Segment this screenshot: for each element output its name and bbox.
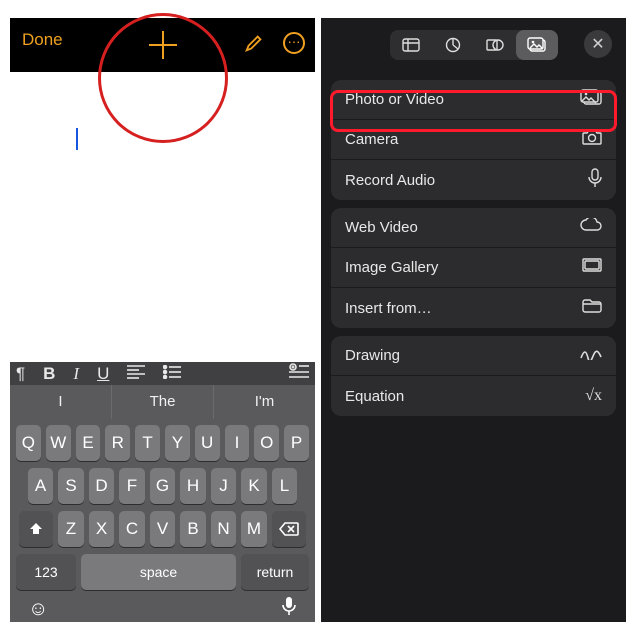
editor-panel: Done ¶ B I U	[10, 18, 315, 622]
gallery-icon	[582, 258, 602, 277]
key-R[interactable]: R	[105, 425, 130, 461]
scribble-icon	[580, 347, 602, 365]
folder-icon	[582, 299, 602, 318]
key-F[interactable]: F	[119, 468, 145, 504]
predict-2[interactable]: The	[112, 385, 214, 419]
sqrt-icon: √x	[585, 387, 602, 405]
align-icon[interactable]	[127, 364, 145, 384]
insert-panel: ✕ Photo or Video Camera Record Audio Web Vi…	[321, 18, 626, 622]
key-L[interactable]: L	[272, 468, 298, 504]
menu-image-gallery[interactable]: Image Gallery	[331, 248, 616, 288]
return-key[interactable]: return	[241, 554, 309, 590]
key-U[interactable]: U	[195, 425, 220, 461]
menu-label: Insert from…	[345, 300, 432, 317]
underline-button[interactable]: U	[97, 364, 109, 384]
editor-toolbar: Done	[10, 18, 315, 72]
key-O[interactable]: O	[254, 425, 279, 461]
menu-photo-or-video[interactable]: Photo or Video	[331, 80, 616, 120]
key-N[interactable]: N	[211, 511, 237, 547]
italic-button[interactable]: I	[73, 364, 79, 384]
key-S[interactable]: S	[58, 468, 84, 504]
insert-button[interactable]	[149, 31, 177, 59]
menu-drawing[interactable]: Drawing	[331, 336, 616, 376]
key-G[interactable]: G	[150, 468, 176, 504]
key-E[interactable]: E	[76, 425, 101, 461]
menu-record-audio[interactable]: Record Audio	[331, 160, 616, 200]
text-cursor	[76, 128, 78, 150]
menu-group-0: Photo or Video Camera Record Audio	[331, 80, 616, 200]
keyboard: ¶ B I U I The I'm QW	[10, 362, 315, 622]
key-P[interactable]: P	[284, 425, 309, 461]
key-V[interactable]: V	[150, 511, 176, 547]
menu-label: Camera	[345, 131, 398, 148]
pilcrow-icon[interactable]: ¶	[16, 364, 25, 384]
key-M[interactable]: M	[241, 511, 267, 547]
shift-key[interactable]	[19, 511, 53, 547]
menu-label: Drawing	[345, 347, 400, 364]
key-J[interactable]: J	[211, 468, 237, 504]
tab-table[interactable]	[390, 30, 432, 60]
menu-label: Photo or Video	[345, 91, 444, 108]
key-Y[interactable]: Y	[165, 425, 190, 461]
more-icon[interactable]	[283, 32, 305, 54]
menu-group-1: Web Video Image Gallery Insert from…	[331, 208, 616, 328]
mic-icon	[588, 168, 602, 193]
menu-label: Web Video	[345, 219, 418, 236]
menu-label: Image Gallery	[345, 259, 438, 276]
tab-chart[interactable]	[432, 30, 474, 60]
insert-tabs	[390, 30, 558, 60]
menu-web-video[interactable]: Web Video	[331, 208, 616, 248]
space-key[interactable]: space	[81, 554, 236, 590]
insert-block-icon[interactable]	[289, 363, 309, 384]
key-B[interactable]: B	[180, 511, 206, 547]
tab-shape[interactable]	[474, 30, 516, 60]
bold-button[interactable]: B	[43, 364, 55, 384]
predict-1[interactable]: I	[10, 385, 112, 419]
done-button[interactable]: Done	[22, 30, 63, 50]
menu-group-2: Drawing Equation √x	[331, 336, 616, 416]
key-K[interactable]: K	[241, 468, 267, 504]
document-area[interactable]	[10, 72, 315, 362]
brush-icon[interactable]	[243, 32, 265, 54]
key-A[interactable]: A	[28, 468, 54, 504]
dictate-key[interactable]	[281, 596, 297, 622]
list-icon[interactable]	[163, 364, 181, 384]
menu-camera[interactable]: Camera	[331, 120, 616, 160]
camera-icon	[582, 129, 602, 150]
emoji-key[interactable]: ☺	[28, 598, 48, 621]
predict-3[interactable]: I'm	[214, 385, 315, 419]
key-T[interactable]: T	[135, 425, 160, 461]
delete-key[interactable]	[272, 511, 306, 547]
tab-media[interactable]	[516, 30, 558, 60]
format-bar: ¶ B I U	[10, 362, 315, 385]
photo-icon	[580, 89, 602, 110]
numbers-key[interactable]: 123	[16, 554, 76, 590]
menu-label: Equation	[345, 388, 404, 405]
predictive-bar: I The I'm	[10, 385, 315, 419]
key-W[interactable]: W	[46, 425, 71, 461]
key-H[interactable]: H	[180, 468, 206, 504]
key-I[interactable]: I	[225, 425, 250, 461]
insert-tabs-bar: ✕	[321, 18, 626, 72]
key-Q[interactable]: Q	[16, 425, 41, 461]
cloud-icon	[580, 218, 602, 237]
key-X[interactable]: X	[89, 511, 115, 547]
menu-insert-from[interactable]: Insert from…	[331, 288, 616, 328]
key-D[interactable]: D	[89, 468, 115, 504]
close-button[interactable]: ✕	[584, 30, 612, 58]
menu-equation[interactable]: Equation √x	[331, 376, 616, 416]
key-Z[interactable]: Z	[58, 511, 84, 547]
key-C[interactable]: C	[119, 511, 145, 547]
menu-label: Record Audio	[345, 172, 435, 189]
